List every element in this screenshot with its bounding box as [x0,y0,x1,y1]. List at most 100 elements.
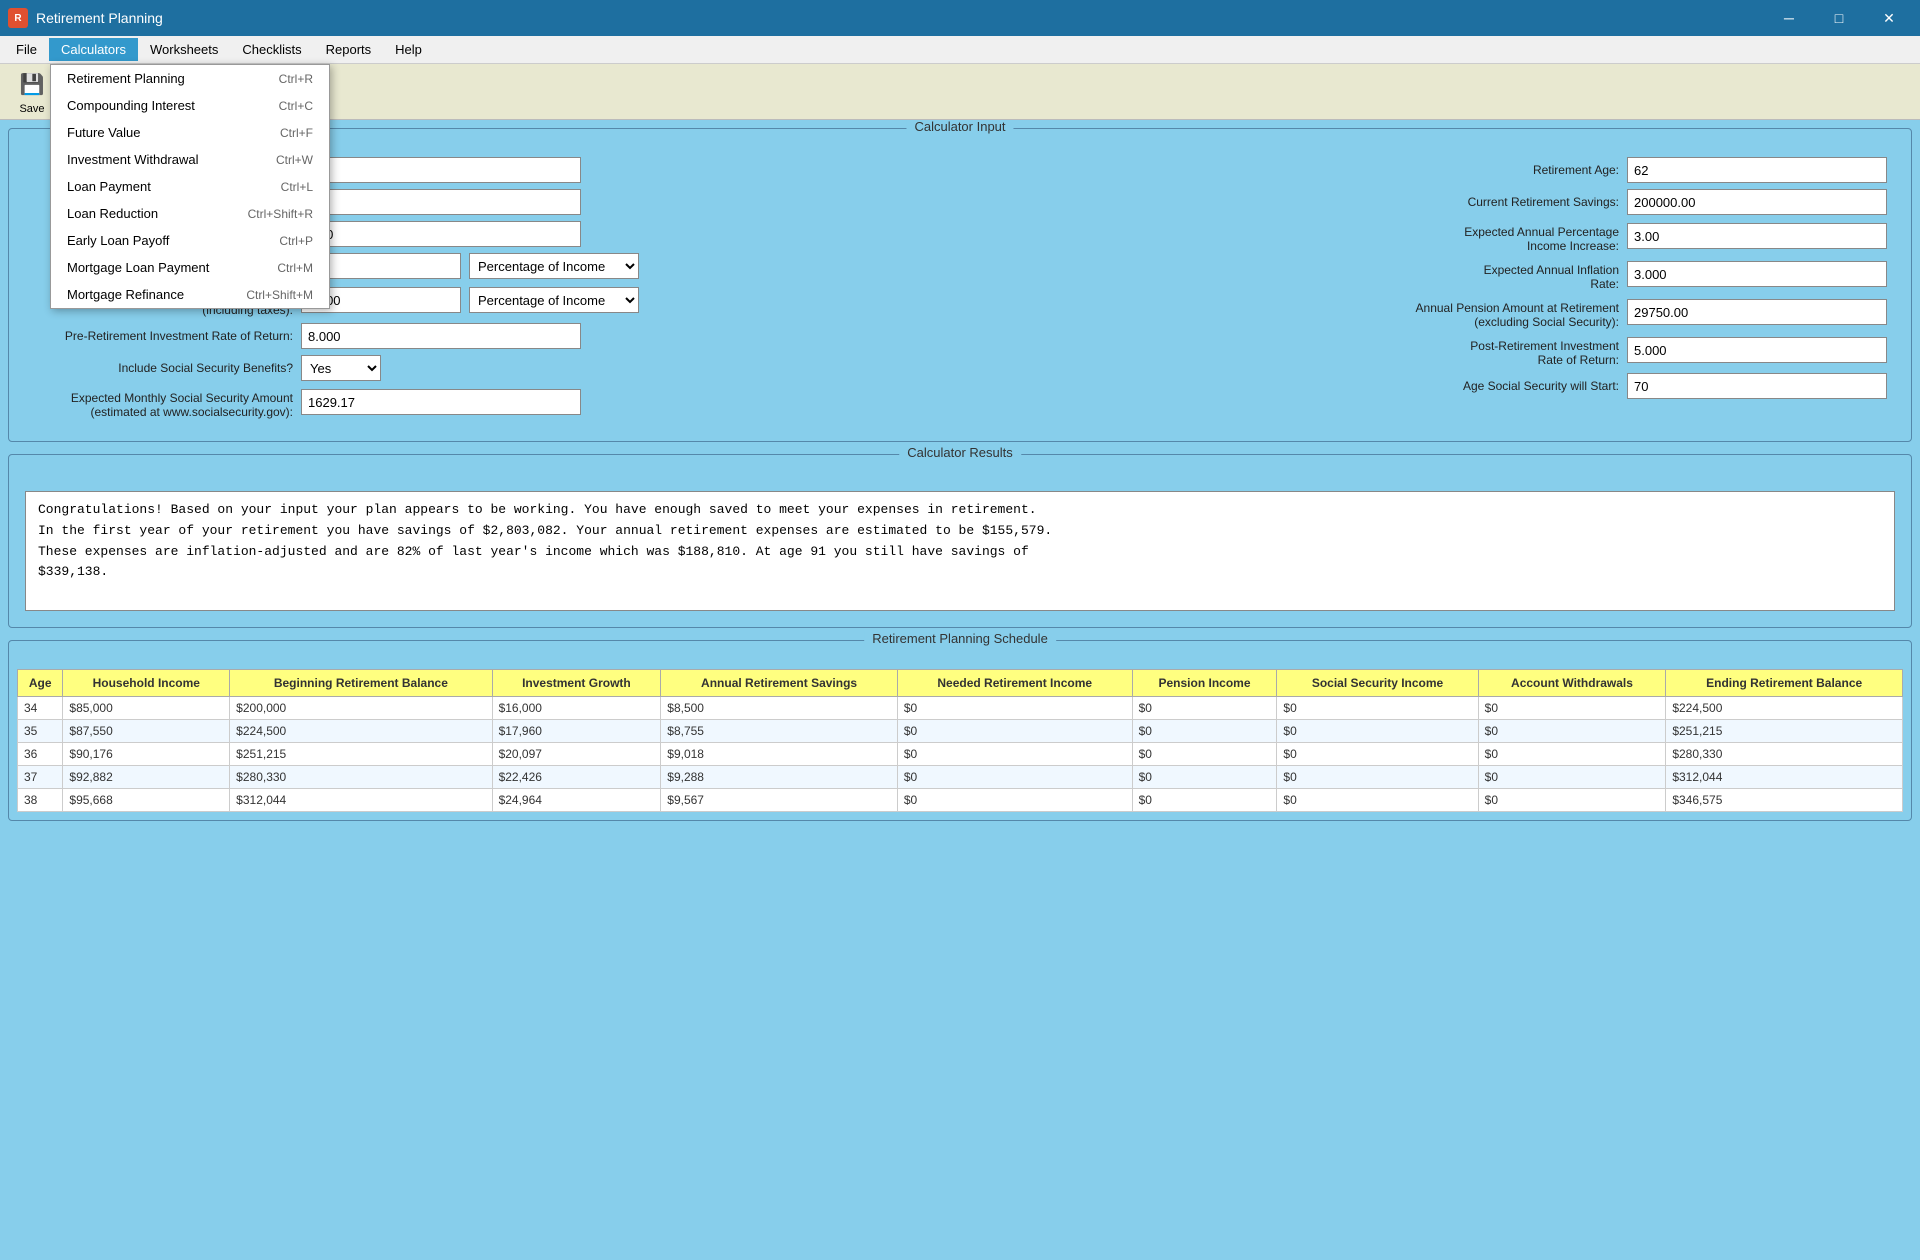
table-cell: $0 [1277,697,1478,720]
table-cell: $85,000 [63,697,230,720]
table-cell: $224,500 [230,720,492,743]
table-cell: $0 [897,789,1132,812]
menu-help[interactable]: Help [383,38,434,61]
table-cell: $0 [1478,789,1666,812]
title-bar-left: R Retirement Planning [8,8,163,28]
current-savings-input[interactable] [1627,189,1887,215]
table-cell: $312,044 [1666,766,1903,789]
dropdown-early-loan-payoff[interactable]: Early Loan Payoff Ctrl+P [51,227,329,254]
calculators-dropdown: Retirement Planning Ctrl+R Compounding I… [50,64,330,309]
retirement-age-input[interactable] [1627,157,1887,183]
ss-start-age-input[interactable] [1627,373,1887,399]
table-cell: $20,097 [492,743,661,766]
dropdown-loan-reduction[interactable]: Loan Reduction Ctrl+Shift+R [51,200,329,227]
table-cell: $0 [1478,720,1666,743]
table-cell: $0 [1478,743,1666,766]
retirement-age-label: Retirement Age: [1279,163,1619,177]
table-cell: $0 [1132,743,1277,766]
retirement-age-row: Retirement Age: [970,157,1887,183]
title-bar: R Retirement Planning ─ □ ✕ [0,0,1920,36]
ss-start-age-row: Age Social Security will Start: [970,373,1887,399]
post-retirement-rate-label: Post-Retirement InvestmentRate of Return… [1279,335,1619,367]
table-cell: $22,426 [492,766,661,789]
table-cell: $87,550 [63,720,230,743]
menu-reports[interactable]: Reports [314,38,384,61]
current-age-input[interactable] [301,157,581,183]
income-increase-input[interactable] [1627,223,1887,249]
pre-retirement-rate-input[interactable] [301,323,581,349]
current-savings-label: Current Retirement Savings: [1279,195,1619,209]
income-increase-row: Expected Annual PercentageIncome Increas… [970,221,1887,253]
table-cell: $200,000 [230,697,492,720]
menu-checklists[interactable]: Checklists [230,38,313,61]
household-income-input[interactable] [301,189,581,215]
annual-savings-input[interactable] [301,221,581,247]
inflation-rate-row: Expected Annual InflationRate: [970,259,1887,291]
income-increase-label: Expected Annual PercentageIncome Increas… [1279,221,1619,253]
ss-amount-label: Expected Monthly Social Security Amount(… [33,387,293,419]
maximize-button[interactable]: □ [1816,3,1862,33]
calculator-results-title: Calculator Results [899,445,1021,460]
post-retirement-rate-input[interactable] [1627,337,1887,363]
save-button[interactable]: 💾 Save [8,65,56,119]
col-investment-growth: Investment Growth [492,670,661,697]
input-right-column: Retirement Age: Current Retirement Savin… [970,157,1887,425]
menu-file[interactable]: File [4,38,49,61]
table-cell: $0 [1478,697,1666,720]
table-cell: $0 [897,697,1132,720]
table-cell: $8,755 [661,720,898,743]
table-cell: $90,176 [63,743,230,766]
table-cell: $9,567 [661,789,898,812]
col-pension: Pension Income [1132,670,1277,697]
pension-amount-input[interactable] [1627,299,1887,325]
table-cell: $224,500 [1666,697,1903,720]
col-withdrawals: Account Withdrawals [1478,670,1666,697]
pre-retirement-rate-row: Pre-Retirement Investment Rate of Return… [33,323,950,349]
menu-worksheets[interactable]: Worksheets [138,38,230,61]
pre-retirement-rate-label: Pre-Retirement Investment Rate of Return… [33,329,293,343]
menu-calculators[interactable]: Calculators [49,38,138,61]
dropdown-mortgage-refinance[interactable]: Mortgage Refinance Ctrl+Shift+M [51,281,329,308]
dropdown-retirement-planning[interactable]: Retirement Planning Ctrl+R [51,65,329,92]
table-cell: 38 [18,789,63,812]
post-retirement-rate-row: Post-Retirement InvestmentRate of Return… [970,335,1887,367]
table-cell: $92,882 [63,766,230,789]
col-household-income: Household Income [63,670,230,697]
table-cell: 35 [18,720,63,743]
col-annual-savings: Annual Retirement Savings [661,670,898,697]
social-security-select[interactable]: Yes No [301,355,381,381]
table-cell: $0 [1277,743,1478,766]
minimize-button[interactable]: ─ [1766,3,1812,33]
save-label: Save [19,103,44,115]
col-beginning-balance: Beginning Retirement Balance [230,670,492,697]
retirement-schedule-title: Retirement Planning Schedule [864,631,1056,646]
income-needed-dropdown[interactable]: Percentage of Income [469,253,639,279]
dropdown-compounding-interest[interactable]: Compounding Interest Ctrl+C [51,92,329,119]
dropdown-investment-withdrawal[interactable]: Investment Withdrawal Ctrl+W [51,146,329,173]
table-cell: $0 [1478,766,1666,789]
table-cell: 36 [18,743,63,766]
social-security-label: Include Social Security Benefits? [33,361,293,375]
app-icon: R [8,8,28,28]
col-social-security: Social Security Income [1277,670,1478,697]
retirement-schedule-section: Retirement Planning Schedule Age Househo… [8,640,1912,821]
dropdown-future-value[interactable]: Future Value Ctrl+F [51,119,329,146]
income-amount-dropdown[interactable]: Percentage of Income [469,287,639,313]
table-cell: $0 [1277,766,1478,789]
table-cell: 37 [18,766,63,789]
table-row: 38$95,668$312,044$24,964$9,567$0$0$0$0$3… [18,789,1903,812]
inflation-rate-input[interactable] [1627,261,1887,287]
pension-amount-row: Annual Pension Amount at Retirement(excl… [970,297,1887,329]
close-button[interactable]: ✕ [1866,3,1912,33]
col-age: Age [18,670,63,697]
ss-amount-input[interactable] [301,389,581,415]
dropdown-loan-payment[interactable]: Loan Payment Ctrl+L [51,173,329,200]
dropdown-mortgage-loan-payment[interactable]: Mortgage Loan Payment Ctrl+M [51,254,329,281]
table-cell: $0 [897,720,1132,743]
table-cell: $0 [1132,789,1277,812]
calculator-results-section: Calculator Results Congratulations! Base… [8,454,1912,628]
table-cell: $95,668 [63,789,230,812]
results-text-area: Congratulations! Based on your input you… [25,491,1895,611]
table-cell: $346,575 [1666,789,1903,812]
table-row: 37$92,882$280,330$22,426$9,288$0$0$0$0$3… [18,766,1903,789]
